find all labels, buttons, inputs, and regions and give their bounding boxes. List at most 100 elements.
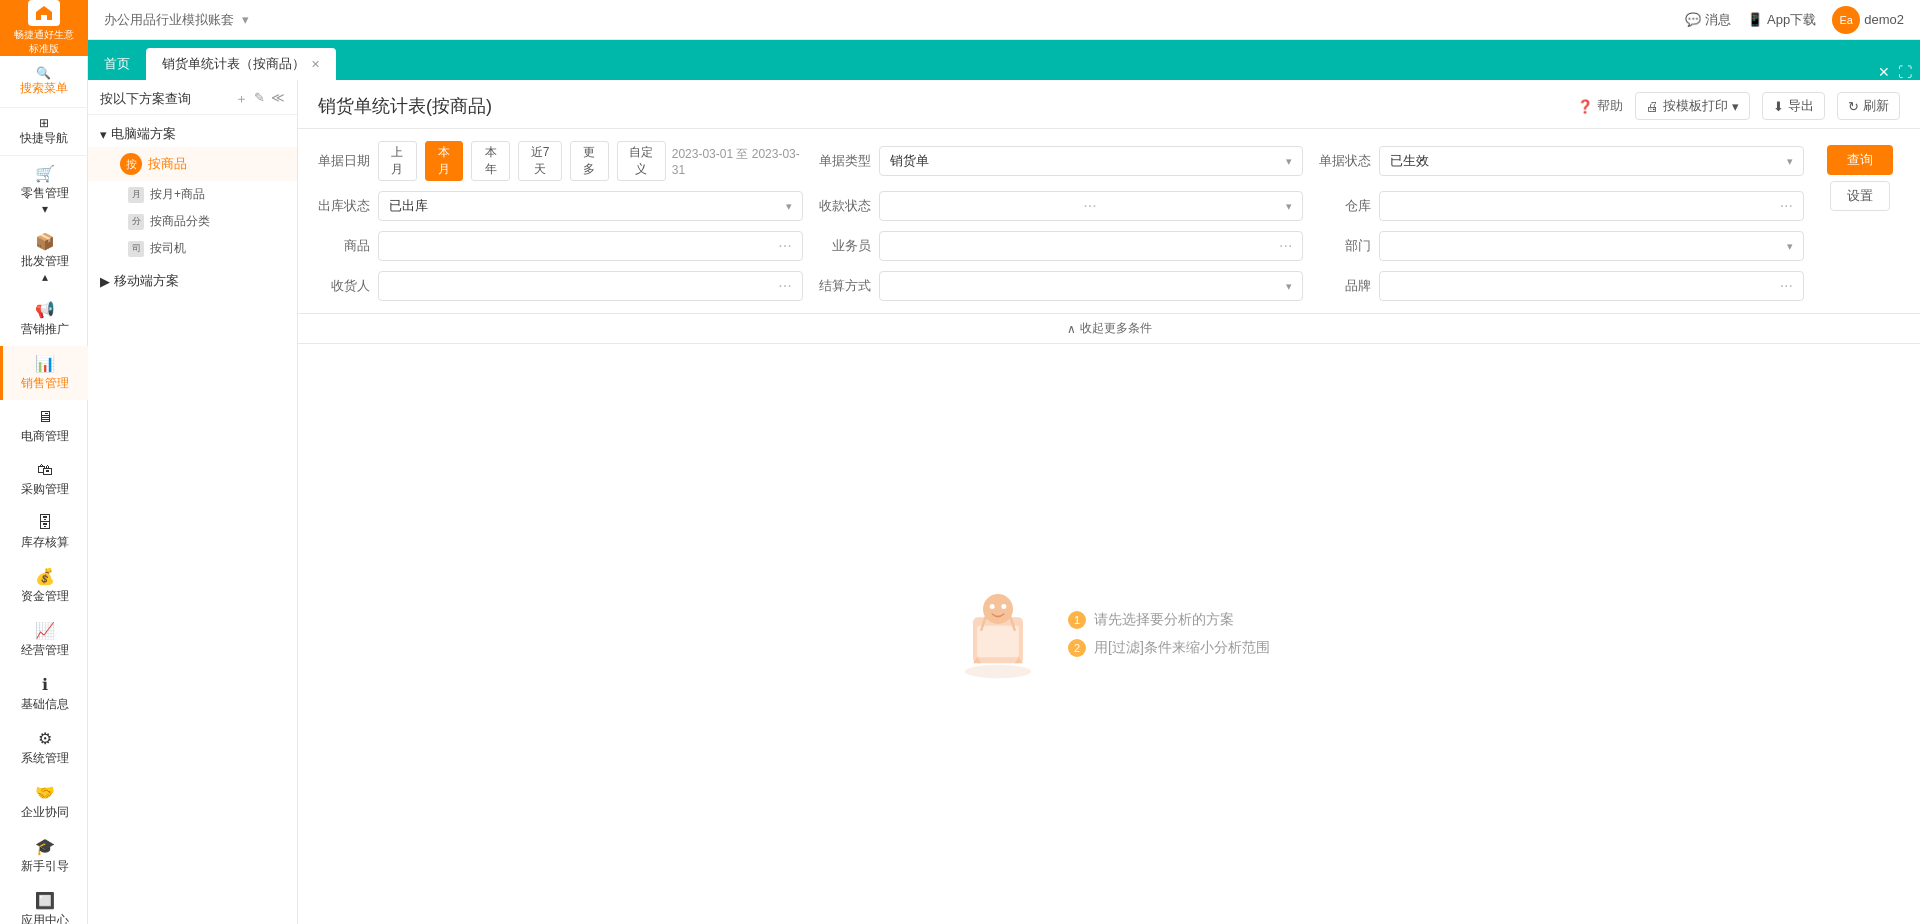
- tab-bar: 首页 销货单统计表（按商品） ✕ ✕ ⛶: [88, 40, 1920, 80]
- workspace-dropdown-icon[interactable]: ▾: [242, 12, 249, 27]
- outstatus-control[interactable]: 已出库 ▾: [378, 191, 803, 221]
- date-btn-last-month[interactable]: 上月: [378, 141, 417, 181]
- salesperson-dots[interactable]: ···: [1279, 237, 1292, 255]
- hint-text-1: 请先选择要分析的方案: [1094, 611, 1234, 629]
- scheme-group-desktop-header[interactable]: ▾ 电脑端方案: [88, 121, 297, 147]
- sidebar-item-search[interactable]: 🔍 搜索菜单: [0, 56, 88, 108]
- tab-close-all-icon[interactable]: ✕: [1878, 64, 1890, 80]
- edit-scheme-icon[interactable]: ✎: [254, 90, 265, 108]
- sidebar-item-quicknav[interactable]: ⊞ 快捷导航: [0, 108, 88, 156]
- sidebar-quicknav-label: 快捷导航: [20, 130, 68, 147]
- date-btn-this-month[interactable]: 本月: [425, 141, 464, 181]
- settlement-label: 结算方式: [819, 277, 879, 295]
- right-panel: 销货单统计表(按商品) ❓ 帮助 🖨 按模板打印 ▾ ⬇ 导出: [298, 80, 1920, 924]
- type-control[interactable]: 销货单 ▾: [879, 146, 1304, 176]
- tab-home[interactable]: 首页: [88, 48, 146, 80]
- add-scheme-icon[interactable]: ＋: [235, 90, 248, 108]
- sidebar-item-inventory[interactable]: 🗄 库存核算: [0, 506, 88, 559]
- date-btn-this-year[interactable]: 本年: [471, 141, 510, 181]
- setting-button[interactable]: 设置: [1830, 181, 1890, 211]
- sub-category-icon: 分: [128, 214, 144, 230]
- tab-sales-report[interactable]: 销货单统计表（按商品） ✕: [146, 48, 336, 80]
- logo-icon: [28, 0, 60, 26]
- sidebar-item-marketing[interactable]: 📢 营销推广: [0, 292, 88, 346]
- user-profile[interactable]: Ea demo2: [1832, 6, 1904, 34]
- salesperson-control[interactable]: ···: [879, 231, 1304, 261]
- scheme-mobile-label: 移动端方案: [114, 272, 179, 290]
- filter-field-goods: 商品 ···: [318, 231, 803, 261]
- receiptstatus-dots[interactable]: ···: [1083, 197, 1096, 215]
- sidebar-item-operations[interactable]: 📈 经营管理: [0, 613, 88, 667]
- sidebar-item-basics[interactable]: ℹ 基础信息: [0, 667, 88, 721]
- header-actions: 💬 消息 📱 App下载 Ea demo2: [1685, 6, 1904, 34]
- sales-icon: 📊: [35, 354, 55, 373]
- sidebar-finance-label: 资金管理: [21, 588, 69, 605]
- tab-sales-report-label: 销货单统计表（按商品）: [162, 55, 305, 73]
- filter-row-2: 出库状态 已出库 ▾ 收款状态 ···: [318, 191, 1804, 221]
- brand-label: 品牌: [1319, 277, 1379, 295]
- hint-num-1: 1: [1068, 611, 1086, 629]
- collapse-panel-icon[interactable]: ≪: [271, 90, 285, 108]
- dept-control[interactable]: ▾: [1379, 231, 1804, 261]
- tab-expand-icon[interactable]: ⛶: [1898, 64, 1912, 80]
- query-button[interactable]: 查询: [1827, 145, 1893, 175]
- sidebar-item-wholesale[interactable]: 📦 批发管理 ▴: [0, 224, 88, 292]
- help-btn[interactable]: ❓ 帮助: [1577, 97, 1623, 115]
- consignee-dots[interactable]: ···: [778, 277, 791, 295]
- collapse-row[interactable]: ∧ 收起更多条件: [298, 314, 1920, 344]
- scheme-item-by-goods[interactable]: 按 按商品: [88, 147, 297, 181]
- sidebar-item-purchase[interactable]: 🛍 采购管理: [0, 453, 88, 506]
- status-caret-icon: ▾: [1787, 155, 1793, 168]
- sidebar-item-finance[interactable]: 💰 资金管理: [0, 559, 88, 613]
- outstatus-value: 已出库: [389, 197, 428, 215]
- scheme-active-dot: 按: [120, 153, 142, 175]
- group-expand-icon: ▾: [100, 127, 107, 142]
- warehouse-dots[interactable]: ···: [1780, 197, 1793, 215]
- sidebar-item-apps[interactable]: 🔲 应用中心: [0, 883, 88, 924]
- filter-field-dept: 部门 ▾: [1319, 231, 1804, 261]
- date-btn-custom[interactable]: 自定义: [617, 141, 666, 181]
- scheme-item-driver[interactable]: 司 按司机: [88, 235, 297, 262]
- content-area: 按以下方案查询 ＋ ✎ ≪ ▾ 电脑端方案 按 按商品 月: [88, 80, 1920, 924]
- print-btn[interactable]: 🖨 按模板打印 ▾: [1635, 92, 1750, 120]
- main-content: 办公用品行业模拟账套 ▾ 💬 消息 📱 App下载 Ea demo2 首页 销货…: [88, 0, 1920, 924]
- filter-row-4: 收货人 ··· 结算方式 ▾: [318, 271, 1804, 301]
- sidebar-item-sales[interactable]: 📊 销售管理: [0, 346, 88, 400]
- scheme-group-mobile[interactable]: ▶ 移动端方案: [88, 268, 297, 294]
- scheme-item-category[interactable]: 分 按商品分类: [88, 208, 297, 235]
- print-dropdown-icon: ▾: [1732, 99, 1739, 114]
- purchase-icon: 🛍: [37, 461, 53, 479]
- left-panel: 按以下方案查询 ＋ ✎ ≪ ▾ 电脑端方案 按 按商品 月: [88, 80, 298, 924]
- date-btn-7days[interactable]: 近7天: [518, 141, 562, 181]
- receiptstatus-control[interactable]: ··· ▾: [879, 191, 1304, 221]
- status-control[interactable]: 已生效 ▾: [1379, 146, 1804, 176]
- goods-control[interactable]: ···: [378, 231, 803, 261]
- sidebar-item-guide[interactable]: 🎓 新手引导: [0, 829, 88, 883]
- sidebar-item-enterprise[interactable]: 🤝 企业协同: [0, 775, 88, 829]
- print-icon: 🖨: [1646, 99, 1659, 114]
- filter-field-type: 单据类型 销货单 ▾: [819, 146, 1304, 176]
- export-label: 导出: [1788, 97, 1814, 115]
- warehouse-control[interactable]: ···: [1379, 191, 1804, 221]
- settlement-control[interactable]: ▾: [879, 271, 1304, 301]
- sidebar-item-ecommerce[interactable]: 🖥 电商管理: [0, 400, 88, 453]
- consignee-control[interactable]: ···: [378, 271, 803, 301]
- sidebar-item-retail[interactable]: 🛒 零售管理 ▾: [0, 156, 88, 224]
- sidebar-item-system[interactable]: ⚙ 系统管理: [0, 721, 88, 775]
- app-download-btn[interactable]: 📱 App下载: [1747, 11, 1816, 29]
- app-download-label: App下载: [1767, 11, 1816, 29]
- goods-dots[interactable]: ···: [778, 237, 791, 255]
- refresh-btn[interactable]: ↻ 刷新: [1837, 92, 1900, 120]
- filter-row-3: 商品 ··· 业务员 ···: [318, 231, 1804, 261]
- brand-control[interactable]: ···: [1379, 271, 1804, 301]
- tab-close-icon[interactable]: ✕: [311, 58, 320, 71]
- page-title: 销货单统计表(按商品): [318, 94, 492, 118]
- message-btn[interactable]: 💬 消息: [1685, 11, 1731, 29]
- export-btn[interactable]: ⬇ 导出: [1762, 92, 1825, 120]
- brand-dots[interactable]: ···: [1780, 277, 1793, 295]
- sidebar-logo[interactable]: 畅捷通好生意 标准版: [0, 0, 88, 56]
- scheme-group-desktop: ▾ 电脑端方案 按 按商品 月 按月+商品 分 按商品分类 司 按司: [88, 115, 297, 268]
- scheme-month-goods-label: 按月+商品: [150, 186, 205, 203]
- date-btn-more[interactable]: 更多: [570, 141, 609, 181]
- scheme-item-month-goods[interactable]: 月 按月+商品: [88, 181, 297, 208]
